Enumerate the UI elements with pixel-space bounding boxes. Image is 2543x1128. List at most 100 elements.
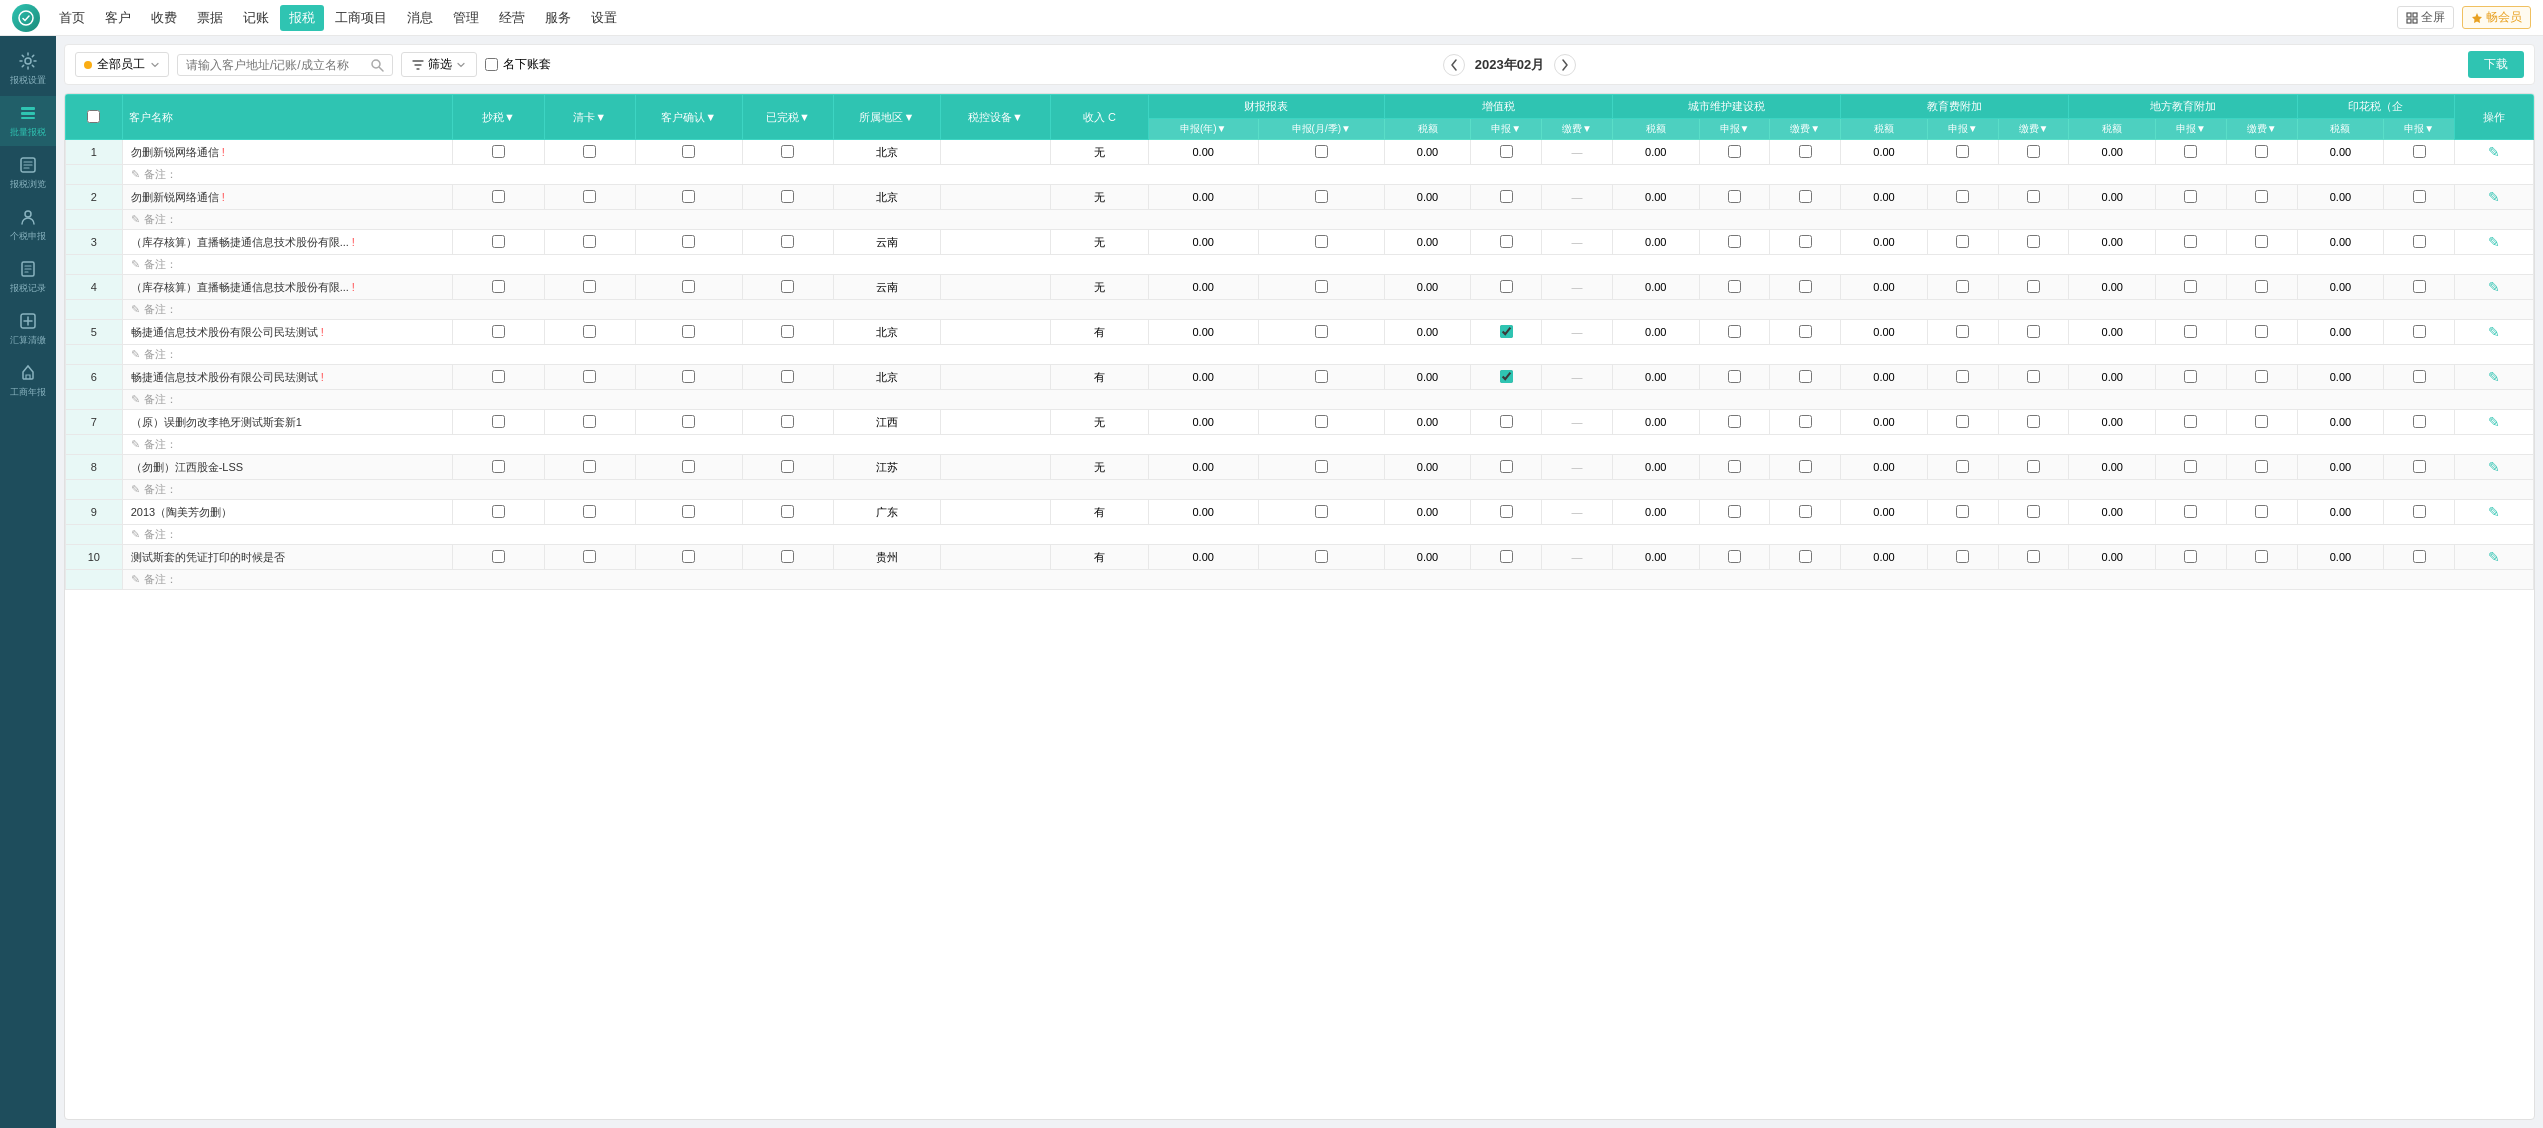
row-clear_card[interactable]: [544, 365, 635, 390]
row-chengshi-pay[interactable]: [1770, 140, 1841, 165]
edit-icon[interactable]: ✎: [2488, 414, 2500, 430]
row-jiaoyu-pay[interactable]: [1998, 410, 2069, 435]
row-chengshi-report[interactable]: [1699, 365, 1770, 390]
download-btn[interactable]: 下载: [2468, 51, 2524, 78]
row-zengjian-report[interactable]: [1471, 365, 1542, 390]
chengshi-pay-checkbox[interactable]: [1799, 145, 1812, 158]
difang-report-checkbox[interactable]: [2184, 370, 2197, 383]
done-checkbox[interactable]: [781, 190, 794, 203]
row-done[interactable]: [742, 365, 833, 390]
nav-item-home[interactable]: 首页: [50, 5, 94, 31]
difang-pay-checkbox[interactable]: [2255, 460, 2268, 473]
row-clear_card[interactable]: [544, 185, 635, 210]
nav-item-billing[interactable]: 收费: [142, 5, 186, 31]
jiaoyu-report-checkbox[interactable]: [1956, 505, 1969, 518]
confirm-checkbox[interactable]: [682, 550, 695, 563]
row-jiaoyu-report[interactable]: [1927, 275, 1998, 300]
row-tax_copy[interactable]: [453, 410, 544, 435]
row-chengshi-report[interactable]: [1699, 140, 1770, 165]
note-edit-icon[interactable]: ✎: [131, 483, 140, 495]
row-chengshi-pay[interactable]: [1770, 320, 1841, 345]
edit-icon[interactable]: ✎: [2488, 324, 2500, 340]
difang-pay-checkbox[interactable]: [2255, 325, 2268, 338]
confirm-checkbox[interactable]: [682, 415, 695, 428]
tax_copy-checkbox[interactable]: [492, 370, 505, 383]
row-done[interactable]: [742, 455, 833, 480]
row-confirm[interactable]: [635, 275, 742, 300]
done-checkbox[interactable]: [781, 550, 794, 563]
row-yinhua-report[interactable]: [2384, 500, 2455, 525]
row-confirm[interactable]: [635, 545, 742, 570]
row-operation[interactable]: ✎: [2455, 410, 2534, 435]
row-jiaoyu-report[interactable]: [1927, 320, 1998, 345]
row-chengshi-report[interactable]: [1699, 275, 1770, 300]
zengjian-report-checkbox[interactable]: [1500, 415, 1513, 428]
tax_copy-checkbox[interactable]: [492, 505, 505, 518]
date-next-btn[interactable]: [1554, 54, 1576, 76]
chengshi-report-checkbox[interactable]: [1728, 370, 1741, 383]
row-tax_copy[interactable]: [453, 365, 544, 390]
nav-item-message[interactable]: 消息: [398, 5, 442, 31]
row-caiwu-month[interactable]: [1258, 275, 1384, 300]
row-done[interactable]: [742, 410, 833, 435]
row-done[interactable]: [742, 545, 833, 570]
row-chengshi-report[interactable]: [1699, 320, 1770, 345]
row-clear_card[interactable]: [544, 545, 635, 570]
row-operation[interactable]: ✎: [2455, 365, 2534, 390]
row-clear_card[interactable]: [544, 230, 635, 255]
sidebar-item-annual-settlement[interactable]: 汇算清缴: [0, 304, 56, 354]
sidebar-item-personal-tax[interactable]: 个税申报: [0, 200, 56, 250]
zengjian-report-checkbox[interactable]: [1500, 190, 1513, 203]
confirm-checkbox[interactable]: [682, 145, 695, 158]
row-confirm[interactable]: [635, 365, 742, 390]
caiwu-month-checkbox[interactable]: [1315, 190, 1328, 203]
row-operation[interactable]: ✎: [2455, 230, 2534, 255]
accounts-checkbox[interactable]: 名下账套: [485, 56, 551, 73]
zengjian-report-checkbox[interactable]: [1500, 280, 1513, 293]
clear_card-checkbox[interactable]: [583, 235, 596, 248]
row-operation[interactable]: ✎: [2455, 275, 2534, 300]
caiwu-month-checkbox[interactable]: [1315, 460, 1328, 473]
tax_copy-checkbox[interactable]: [492, 280, 505, 293]
yinhua-report-checkbox[interactable]: [2413, 280, 2426, 293]
row-difang-pay[interactable]: [2226, 230, 2297, 255]
yinhua-report-checkbox[interactable]: [2413, 415, 2426, 428]
confirm-checkbox[interactable]: [682, 280, 695, 293]
difang-pay-checkbox[interactable]: [2255, 370, 2268, 383]
tax_copy-checkbox[interactable]: [492, 145, 505, 158]
zengjian-report-checkbox[interactable]: [1500, 550, 1513, 563]
clear_card-checkbox[interactable]: [583, 325, 596, 338]
clear_card-checkbox[interactable]: [583, 370, 596, 383]
zengjian-report-checkbox[interactable]: [1500, 325, 1513, 338]
edit-icon[interactable]: ✎: [2488, 549, 2500, 565]
row-zengjian-report[interactable]: [1471, 185, 1542, 210]
jiaoyu-report-checkbox[interactable]: [1956, 370, 1969, 383]
row-jiaoyu-pay[interactable]: [1998, 455, 2069, 480]
row-jiaoyu-report[interactable]: [1927, 545, 1998, 570]
row-confirm[interactable]: [635, 320, 742, 345]
chengshi-report-checkbox[interactable]: [1728, 325, 1741, 338]
chengshi-pay-checkbox[interactable]: [1799, 460, 1812, 473]
row-done[interactable]: [742, 275, 833, 300]
difang-report-checkbox[interactable]: [2184, 145, 2197, 158]
caiwu-month-checkbox[interactable]: [1315, 415, 1328, 428]
date-prev-btn[interactable]: [1443, 54, 1465, 76]
jiaoyu-report-checkbox[interactable]: [1956, 190, 1969, 203]
chengshi-pay-checkbox[interactable]: [1799, 325, 1812, 338]
row-difang-report[interactable]: [2156, 320, 2227, 345]
row-caiwu-month[interactable]: [1258, 410, 1384, 435]
difang-report-checkbox[interactable]: [2184, 460, 2197, 473]
confirm-checkbox[interactable]: [682, 325, 695, 338]
employee-filter-select[interactable]: 全部员工: [75, 52, 169, 77]
jiaoyu-report-checkbox[interactable]: [1956, 145, 1969, 158]
row-operation[interactable]: ✎: [2455, 455, 2534, 480]
yinhua-report-checkbox[interactable]: [2413, 145, 2426, 158]
row-clear_card[interactable]: [544, 140, 635, 165]
sidebar-item-batch-tax[interactable]: 批量报税: [0, 96, 56, 146]
caiwu-month-checkbox[interactable]: [1315, 505, 1328, 518]
note-edit-icon[interactable]: ✎: [131, 348, 140, 360]
jiaoyu-report-checkbox[interactable]: [1956, 550, 1969, 563]
row-difang-report[interactable]: [2156, 545, 2227, 570]
row-jiaoyu-pay[interactable]: [1998, 500, 2069, 525]
row-caiwu-month[interactable]: [1258, 545, 1384, 570]
